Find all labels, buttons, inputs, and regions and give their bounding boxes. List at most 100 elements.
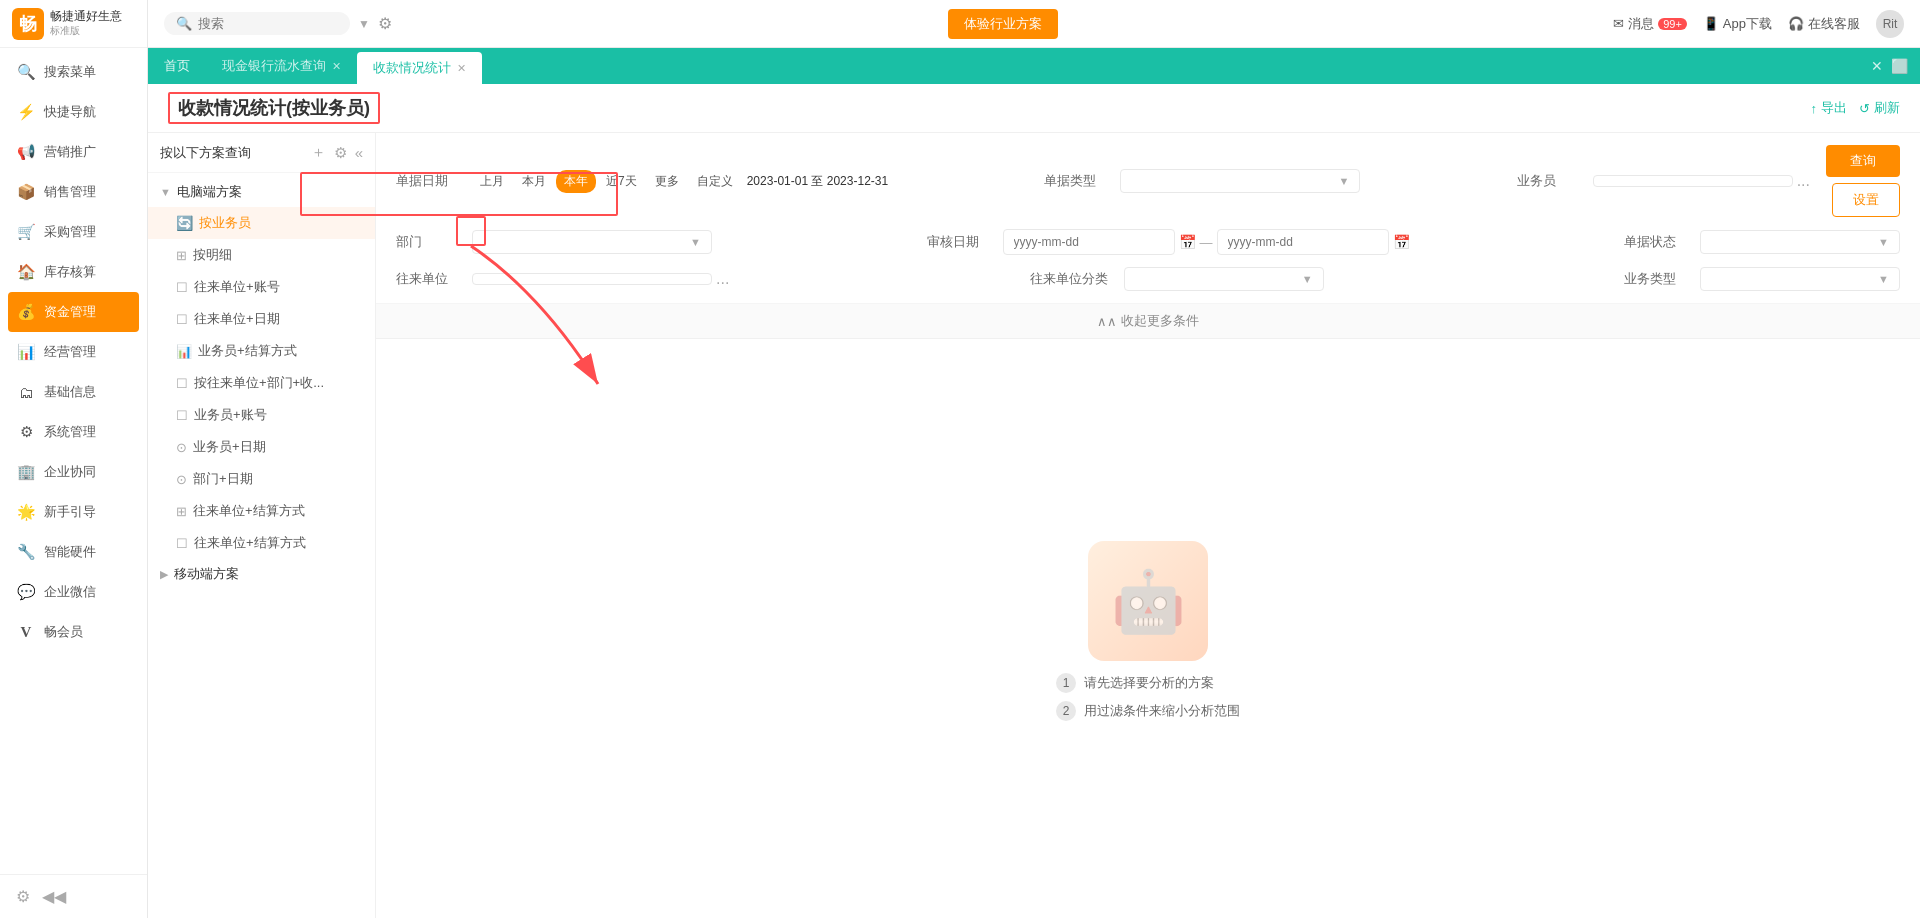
collapse-panel-btn[interactable]: « [355,144,363,161]
sidebar-item-purchase[interactable]: 🛒 采购管理 [0,212,147,252]
partner-date-label: 往来单位+日期 [194,310,280,328]
tree-item-partner-payment2[interactable]: ☐ 往来单位+结算方式 [148,527,375,559]
tree-item-partner-dept[interactable]: ☐ 按往来单位+部门+收... [148,367,375,399]
sidebar-label-member: 畅会员 [44,623,83,641]
partner-type-select[interactable]: ▼ [1124,267,1324,291]
partner-more-btn[interactable]: ... [716,270,729,288]
search-icon: 🔍 [176,16,192,31]
sidebar-item-inventory[interactable]: 🏠 库存核算 [0,252,147,292]
sidebar-item-hardware[interactable]: 🔧 智能硬件 [0,532,147,572]
salesperson-more-btn[interactable]: ... [1797,172,1810,190]
right-panel: 单据日期 上月 本月 本年 近7天 更多 自定义 2023-01-01 至 20… [376,133,1920,918]
tab-receipt-label: 收款情况统计 [373,59,451,77]
tab-receipt-close[interactable]: ✕ [457,62,466,75]
trial-btn[interactable]: 体验行业方案 [948,9,1058,39]
tree-item-salesperson-payment[interactable]: 📊 业务员+结算方式 [148,335,375,367]
sidebar-label-sales: 销售管理 [44,183,96,201]
refresh-btn[interactable]: ↺ 刷新 [1859,99,1900,117]
gear-scheme-btn[interactable]: ⚙ [334,144,347,162]
user-avatar[interactable]: Rit [1876,10,1904,38]
logo-name: 畅捷通好生意 [50,9,122,25]
date-tab-7days[interactable]: 近7天 [598,170,645,193]
guide-icon: 🌟 [16,502,36,522]
sidebar-item-corp[interactable]: 🏢 企业协同 [0,452,147,492]
tree-item-partner-payment1[interactable]: ⊞ 往来单位+结算方式 [148,495,375,527]
salesperson-select[interactable] [1593,175,1793,187]
review-date-from[interactable] [1003,229,1175,255]
date-label: 单据日期 [396,172,456,190]
logo-text-block: 畅捷通好生意 标准版 [50,9,122,39]
tab-receipt[interactable]: 收款情况统计 ✕ [357,52,482,84]
tab-home[interactable]: 首页 [148,48,206,84]
wechat-icon: 💬 [16,582,36,602]
sidebar-item-base[interactable]: 🗂 基础信息 [0,372,147,412]
date-from-value: 2023-01-01 [747,174,808,188]
refresh-icon: ↺ [1859,101,1870,116]
salesperson-scheme-icon: 🔄 [176,215,193,231]
export-btn[interactable]: ↑ 导出 [1811,99,1848,117]
sidebar-item-fund[interactable]: 💰 资金管理 [8,292,139,332]
tab-bank-close[interactable]: ✕ [332,60,341,73]
sidebar-label-search: 搜索菜单 [44,63,96,81]
settings-btn[interactable]: 设置 [1832,183,1900,217]
biz-type-arrow: ▼ [1878,273,1889,285]
tree-item-detail[interactable]: ⊞ 按明细 [148,239,375,271]
tree-item-partner-date[interactable]: ☐ 往来单位+日期 [148,303,375,335]
topbar-center: 体验行业方案 [392,9,1613,39]
tree-item-partner-account[interactable]: ☐ 往来单位+账号 [148,271,375,303]
search-input[interactable] [198,16,338,31]
sidebar-item-member[interactable]: V 畅会员 [0,612,147,652]
message-btn[interactable]: ✉ 消息 99+ [1613,15,1687,33]
tree-section-mobile-header[interactable]: ▶ 移动端方案 [148,559,375,589]
dept-date-label: 部门+日期 [193,470,253,488]
review-date-to[interactable] [1217,229,1389,255]
date-tab-custom[interactable]: 自定义 [689,170,741,193]
query-btn[interactable]: 查询 [1826,145,1900,177]
topbar-gear-icon[interactable]: ⚙ [378,14,392,33]
sidebar-item-system[interactable]: ⚙ 系统管理 [0,412,147,452]
sidebar-item-wechat[interactable]: 💬 企业微信 [0,572,147,612]
search-box[interactable]: 🔍 [164,12,350,35]
doc-type-select[interactable]: ▼ [1120,169,1360,193]
tree-section-pc-header[interactable]: ▼ 电脑端方案 [148,177,375,207]
sidebar-label-hardware: 智能硬件 [44,543,96,561]
date-tab-this-year[interactable]: 本年 [556,170,596,193]
hint-item-2: 2 用过滤条件来缩小分析范围 [1056,701,1240,721]
app-download-btn[interactable]: 📱 App下载 [1703,15,1772,33]
sidebar-item-sales[interactable]: 📦 销售管理 [0,172,147,212]
topbar: 🔍 ▼ ⚙ 体验行业方案 ✉ 消息 99+ 📱 App下载 🎧 在线客服 Rit [148,0,1920,48]
date-tab-more[interactable]: 更多 [647,170,687,193]
base-icon: 🗂 [16,382,36,402]
tab-bank[interactable]: 现金银行流水查询 ✕ [206,48,357,84]
sidebar-item-guide[interactable]: 🌟 新手引导 [0,492,147,532]
tab-close-win-icon[interactable]: ✕ [1871,58,1883,74]
add-scheme-btn[interactable]: ＋ [311,143,326,162]
review-to-cal-icon[interactable]: 📅 [1393,234,1410,250]
sidebar-item-marketing[interactable]: 📢 营销推广 [0,132,147,172]
date-tab-this-month[interactable]: 本月 [514,170,554,193]
review-date-label: 审核日期 [927,233,987,251]
collapse-sidebar-icon[interactable]: ◀◀ [42,887,66,906]
tab-maximize-icon[interactable]: ⬜ [1891,58,1908,74]
biz-type-select[interactable]: ▼ [1700,267,1900,291]
sidebar-label-corp: 企业协同 [44,463,96,481]
partner-select[interactable] [472,273,712,285]
tabbar-controls: ✕ ⬜ [1871,58,1920,74]
tree-item-salesperson-date[interactable]: ⊙ 业务员+日期 [148,431,375,463]
date-tab-last-month[interactable]: 上月 [472,170,512,193]
topbar-dropdown-arrow[interactable]: ▼ [358,17,370,31]
sidebar-item-search[interactable]: 🔍 搜索菜单 [0,52,147,92]
dept-select[interactable]: ▼ [472,230,712,254]
sidebar-item-shortcut[interactable]: ⚡ 快捷导航 [0,92,147,132]
review-from-cal-icon[interactable]: 📅 [1179,234,1196,250]
detail-scheme-icon: ⊞ [176,248,187,263]
tree-item-salesperson-account[interactable]: ☐ 业务员+账号 [148,399,375,431]
settings-icon[interactable]: ⚙ [16,887,30,906]
online-service-btn[interactable]: 🎧 在线客服 [1788,15,1860,33]
doc-status-select[interactable]: ▼ [1700,230,1900,254]
date-dash: — [1200,235,1213,250]
sidebar-item-operation[interactable]: 📊 经营管理 [0,332,147,372]
collapse-bar[interactable]: ∧∧ 收起更多条件 [376,304,1920,339]
tree-item-dept-date[interactable]: ⊙ 部门+日期 [148,463,375,495]
tree-item-salesperson[interactable]: 🔄 按业务员 [148,207,375,239]
